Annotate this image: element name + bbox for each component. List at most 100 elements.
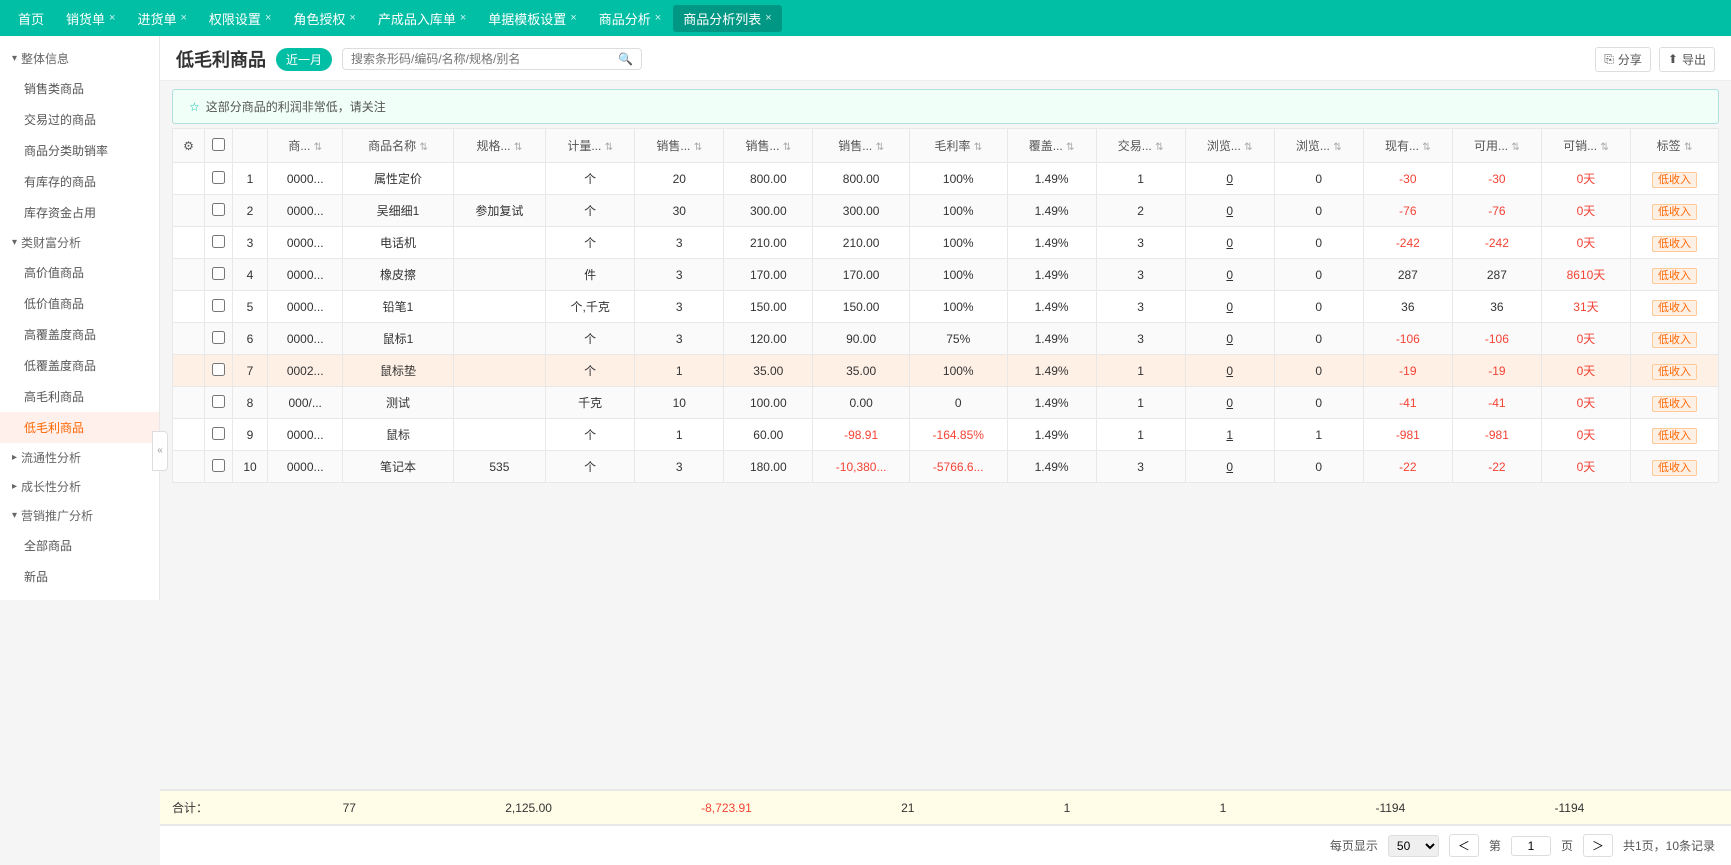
prev-page-button[interactable]: ＜ — [1449, 834, 1479, 857]
cell-coverage: 1.49% — [1007, 163, 1096, 195]
chevron-down-icon: ▾ — [12, 53, 17, 64]
th-sales-price[interactable]: 销售... ⇅ — [724, 129, 813, 163]
nav-analysis[interactable]: 商品分析 × — [589, 5, 671, 32]
th-name[interactable]: 商品名称 ⇅ — [343, 129, 453, 163]
close-icon[interactable]: × — [460, 12, 466, 24]
th-gross-rate[interactable]: 毛利率 ⇅ — [909, 129, 1007, 163]
close-icon[interactable]: × — [765, 12, 771, 24]
sidebar-item-low-value[interactable]: 低价值商品 — [0, 288, 159, 319]
th-code[interactable]: 商... ⇅ — [268, 129, 343, 163]
cell-view1[interactable]: 0 — [1185, 323, 1274, 355]
cell-view1[interactable]: 0 — [1185, 291, 1274, 323]
search-icon[interactable]: 🔍 — [618, 52, 633, 66]
close-icon[interactable]: × — [180, 12, 186, 24]
export-button[interactable]: ⬆ 导出 — [1659, 47, 1715, 72]
row-checkbox[interactable] — [212, 363, 225, 376]
row-checkbox[interactable] — [212, 459, 225, 472]
sidebar-group-liquidity[interactable]: ▸ 流通性分析 — [0, 443, 159, 472]
row-checkbox[interactable] — [212, 267, 225, 280]
nav-templates[interactable]: 单据模板设置 × — [478, 5, 586, 32]
th-spec[interactable]: 规格... ⇅ — [453, 129, 546, 163]
select-all-checkbox[interactable] — [212, 138, 225, 151]
nav-sales[interactable]: 销货单 × — [56, 5, 125, 32]
th-trade[interactable]: 交易... ⇅ — [1096, 129, 1185, 163]
cell-coverage: 1.49% — [1007, 451, 1096, 483]
sidebar-item-in-stock[interactable]: 有库存的商品 — [0, 166, 159, 197]
cell-view1[interactable]: 1 — [1185, 419, 1274, 451]
cell-view1[interactable]: 0 — [1185, 451, 1274, 483]
th-tag[interactable]: 标签 ⇅ — [1630, 129, 1718, 163]
sidebar-item-all-goods[interactable]: 全部商品 — [0, 530, 159, 561]
nav-analysis-list[interactable]: 商品分析列表 × — [673, 5, 781, 32]
sidebar-item-low-margin[interactable]: 低毛利商品 — [0, 412, 159, 443]
collapse-sidebar-button[interactable]: « — [152, 431, 168, 471]
close-icon[interactable]: × — [265, 12, 271, 24]
sidebar-item-high-coverage[interactable]: 高覆盖度商品 — [0, 319, 159, 350]
search-input[interactable] — [351, 52, 614, 66]
cell-gross-rate: 100% — [909, 163, 1007, 195]
sidebar-item-new-goods[interactable]: 新品 — [0, 561, 159, 592]
th-coverage[interactable]: 覆盖... ⇅ — [1007, 129, 1096, 163]
th-view1[interactable]: 浏览... ⇅ — [1185, 129, 1274, 163]
cell-view1[interactable]: 0 — [1185, 355, 1274, 387]
th-unit[interactable]: 计量... ⇅ — [546, 129, 635, 163]
next-page-button[interactable]: ＞ — [1583, 834, 1613, 857]
page-size-select[interactable]: 50 100 200 — [1388, 835, 1439, 857]
row-checkbox[interactable] — [212, 395, 225, 408]
cell-code: 0000... — [268, 163, 343, 195]
th-available[interactable]: 可用... ⇅ — [1452, 129, 1541, 163]
cell-view1[interactable]: 0 — [1185, 227, 1274, 259]
th-view2[interactable]: 浏览... ⇅ — [1274, 129, 1363, 163]
th-sales-qty[interactable]: 销售... ⇅ — [635, 129, 724, 163]
close-icon[interactable]: × — [349, 12, 355, 24]
sidebar-item-category-rate[interactable]: 商品分类助销率 — [0, 135, 159, 166]
sidebar-group-wealth[interactable]: ▾ 类财富分析 — [0, 228, 159, 257]
cell-coverage: 1.49% — [1007, 291, 1096, 323]
date-filter-button[interactable]: 近一月 — [276, 48, 332, 71]
sidebar-item-traded-goods[interactable]: 交易过的商品 — [0, 104, 159, 135]
row-checkbox[interactable] — [212, 427, 225, 440]
cell-view1[interactable]: 0 — [1185, 259, 1274, 291]
cell-check — [205, 163, 233, 195]
page-number-input[interactable] — [1511, 836, 1551, 856]
row-checkbox[interactable] — [212, 235, 225, 248]
th-sales-amount[interactable]: 销售... ⇅ — [813, 129, 910, 163]
row-checkbox[interactable] — [212, 299, 225, 312]
nav-home[interactable]: 首页 — [8, 5, 54, 32]
sidebar-item-capital[interactable]: 库存资金占用 — [0, 197, 159, 228]
nav-purchase[interactable]: 进货单 × — [127, 5, 196, 32]
sidebar-group-growth[interactable]: ▸ 成长性分析 — [0, 472, 159, 501]
sidebar-item-high-value[interactable]: 高价值商品 — [0, 257, 159, 288]
share-button[interactable]: ⎘ 分享 — [1595, 47, 1651, 72]
cell-check — [205, 419, 233, 451]
notice-bar: ☆ 这部分商品的利润非常低，请关注 — [172, 89, 1719, 124]
cell-view1[interactable]: 0 — [1185, 387, 1274, 419]
row-checkbox[interactable] — [212, 203, 225, 216]
sidebar-item-sales-goods[interactable]: 销售类商品 — [0, 73, 159, 104]
close-icon[interactable]: × — [109, 12, 115, 24]
cell-stock-now: -106 — [1363, 323, 1452, 355]
nav-permissions[interactable]: 权限设置 × — [199, 5, 281, 32]
th-saleable[interactable]: 可销... ⇅ — [1541, 129, 1630, 163]
cell-tag: 低收入 — [1630, 419, 1718, 451]
sidebar-item-high-margin[interactable]: 高毛利商品 — [0, 381, 159, 412]
close-icon[interactable]: × — [655, 12, 661, 24]
cell-view1[interactable]: 0 — [1185, 163, 1274, 195]
total-view1: 1 — [1064, 801, 1071, 815]
cell-unit: 个 — [546, 419, 635, 451]
cell-spec — [453, 387, 546, 419]
sidebar-group-marketing[interactable]: ▾ 营销推广分析 — [0, 501, 159, 530]
nav-roles[interactable]: 角色授权 × — [283, 5, 365, 32]
sidebar-item-low-coverage[interactable]: 低覆盖度商品 — [0, 350, 159, 381]
close-icon[interactable]: × — [570, 12, 576, 24]
nav-products[interactable]: 产成品入库单 × — [368, 5, 476, 32]
sidebar-group-overview[interactable]: ▾ 整体信息 — [0, 44, 159, 73]
cell-sales-amount: -98.91 — [813, 419, 910, 451]
cell-settings — [173, 323, 205, 355]
search-box: 🔍 — [342, 48, 642, 70]
cell-view1[interactable]: 0 — [1185, 195, 1274, 227]
row-checkbox[interactable] — [212, 331, 225, 344]
th-settings[interactable]: ⚙ — [173, 129, 205, 163]
row-checkbox[interactable] — [212, 171, 225, 184]
th-stock-now[interactable]: 现有... ⇅ — [1363, 129, 1452, 163]
